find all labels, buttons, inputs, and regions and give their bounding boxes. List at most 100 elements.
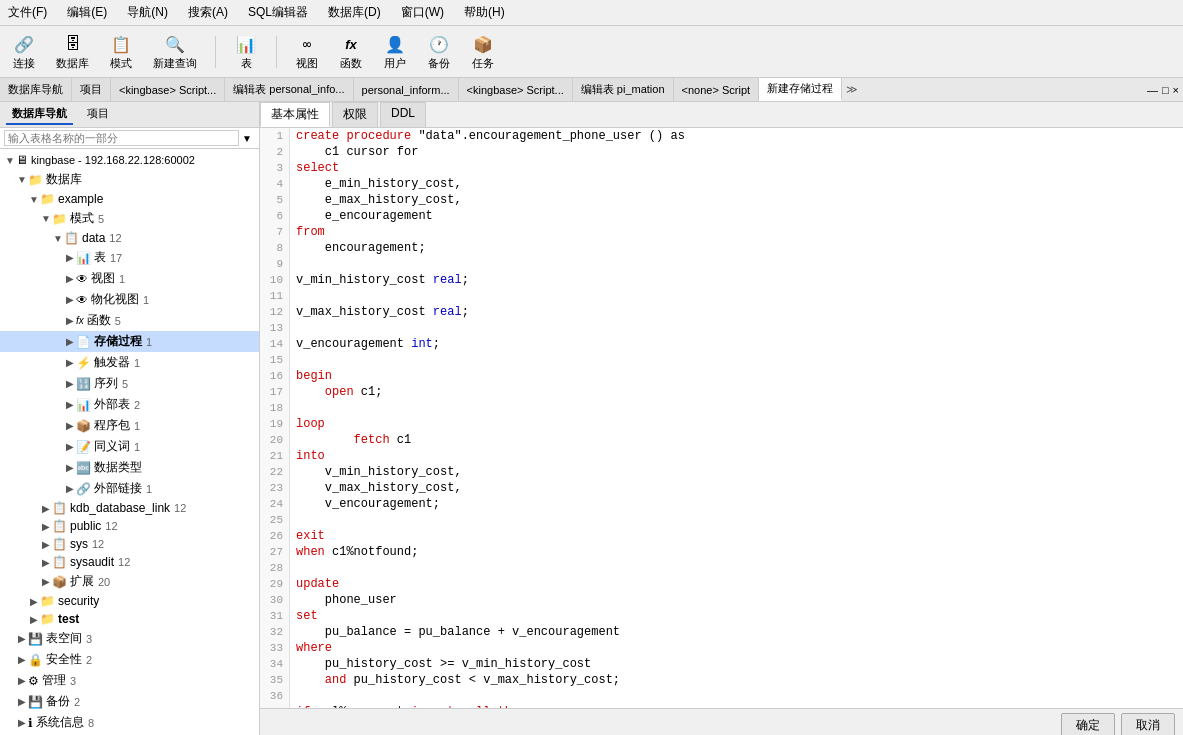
tree-security[interactable]: ▶ 🔒 安全性 2 xyxy=(0,649,259,670)
tab-script1[interactable]: <kingbase> Script... xyxy=(111,78,225,101)
cancel-button[interactable]: 取消 xyxy=(1121,713,1175,735)
menu-window[interactable]: 窗口(W) xyxy=(397,2,448,23)
tab-controls: — □ × xyxy=(1143,78,1183,101)
tree-databases[interactable]: ▼ 📁 数据库 xyxy=(0,169,259,190)
tree-toggle-data[interactable]: ▼ xyxy=(52,233,64,244)
tree-toggle-test[interactable]: ▶ xyxy=(28,614,40,625)
tab-script2[interactable]: <kingbase> Script... xyxy=(459,78,573,101)
tree-kdb[interactable]: ▶ 📋 kdb_database_link 12 xyxy=(0,499,259,517)
toolbar-view[interactable]: ∞ 视图 xyxy=(289,30,325,73)
prop-tab-perms[interactable]: 权限 xyxy=(332,102,378,127)
tab-db-nav[interactable]: 数据库导航 xyxy=(0,78,72,101)
tree-toggle-backup[interactable]: ▶ xyxy=(16,696,28,707)
tree-toggle-security-db[interactable]: ▶ xyxy=(28,596,40,607)
tree-procs[interactable]: ▶ 📄 存储过程 1 xyxy=(0,331,259,352)
tree-toggle-kdb[interactable]: ▶ xyxy=(40,503,52,514)
tree-toggle-schema[interactable]: ▼ xyxy=(40,213,52,224)
tree-security-db[interactable]: ▶ 📁 security xyxy=(0,592,259,610)
toolbar-backup[interactable]: 🕐 备份 xyxy=(421,30,457,73)
tree-toggle-ext-tables[interactable]: ▶ xyxy=(64,399,76,410)
tree-synonyms[interactable]: ▶ 📝 同义词 1 xyxy=(0,436,259,457)
tree-toggle-sys[interactable]: ▶ xyxy=(40,539,52,550)
tree-mat-views[interactable]: ▶ 👁 物化视图 1 xyxy=(0,289,259,310)
tree-toggle-packages[interactable]: ▶ xyxy=(64,420,76,431)
tab-personal-inform[interactable]: personal_inform... xyxy=(354,78,459,101)
tree-extensions[interactable]: ▶ 📦 扩展 20 xyxy=(0,571,259,592)
menu-edit[interactable]: 编辑(E) xyxy=(63,2,111,23)
tree-toggle-root[interactable]: ▼ xyxy=(4,155,16,166)
tree-triggers[interactable]: ▶ ⚡ 触发器 1 xyxy=(0,352,259,373)
tab-edit-pimation[interactable]: 编辑表 pi_mation xyxy=(573,78,674,101)
tree-packages[interactable]: ▶ 📦 程序包 1 xyxy=(0,415,259,436)
tree-toggle-ext-links[interactable]: ▶ xyxy=(64,483,76,494)
tree-schema[interactable]: ▼ 📁 模式 5 xyxy=(0,208,259,229)
toolbar-func[interactable]: fx 函数 xyxy=(333,30,369,73)
tree-datatypes[interactable]: ▶ 🔤 数据类型 xyxy=(0,457,259,478)
code-editor[interactable]: 1create procedure "data".encouragement_p… xyxy=(260,128,1183,708)
tree-tables[interactable]: ▶ 📊 表 17 xyxy=(0,247,259,268)
toolbar-schema[interactable]: 📋 模式 xyxy=(103,30,139,73)
tree-toggle-sysaudit[interactable]: ▶ xyxy=(40,557,52,568)
tab-close[interactable]: × xyxy=(1173,84,1179,96)
tree-toggle-synonyms[interactable]: ▶ xyxy=(64,441,76,452)
tree-admin[interactable]: ▶ ⚙ 管理 3 xyxy=(0,670,259,691)
tree-tablespace[interactable]: ▶ 💾 表空间 3 xyxy=(0,628,259,649)
tree-data[interactable]: ▼ 📋 data 12 xyxy=(0,229,259,247)
search-filter-button[interactable]: ▼ xyxy=(239,132,255,145)
tree-root[interactable]: ▼ 🖥 kingbase - 192.168.22.128:60002 xyxy=(0,151,259,169)
tree-toggle-triggers[interactable]: ▶ xyxy=(64,357,76,368)
tree-toggle-security[interactable]: ▶ xyxy=(16,654,28,665)
confirm-button[interactable]: 确定 xyxy=(1061,713,1115,735)
tab-min[interactable]: — xyxy=(1147,84,1158,96)
toolbar-connect[interactable]: 🔗 连接 xyxy=(6,30,42,73)
tree-seqs[interactable]: ▶ 🔢 序列 5 xyxy=(0,373,259,394)
code-line: 21into xyxy=(260,448,1183,464)
toolbar-new-query[interactable]: 🔍 新建查询 xyxy=(147,30,203,73)
menu-db[interactable]: 数据库(D) xyxy=(324,2,385,23)
tree-funcs[interactable]: ▶ fx 函数 5 xyxy=(0,310,259,331)
toolbar-table[interactable]: 📊 表 xyxy=(228,30,264,73)
prop-tab-basic[interactable]: 基本属性 xyxy=(260,102,330,127)
tree-test[interactable]: ▶ 📁 test xyxy=(0,610,259,628)
tree-backup[interactable]: ▶ 💾 备份 2 xyxy=(0,691,259,712)
toolbar-task[interactable]: 📦 任务 xyxy=(465,30,501,73)
left-panel-tab-db[interactable]: 数据库导航 xyxy=(6,104,73,125)
tree-toggle-extensions[interactable]: ▶ xyxy=(40,576,52,587)
tree-ext-tables[interactable]: ▶ 📊 外部表 2 xyxy=(0,394,259,415)
tab-edit-personal[interactable]: 编辑表 personal_info... xyxy=(225,78,353,101)
prop-tab-ddl[interactable]: DDL xyxy=(380,102,426,127)
tree-toggle-public[interactable]: ▶ xyxy=(40,521,52,532)
tab-max[interactable]: □ xyxy=(1162,84,1169,96)
menu-file[interactable]: 文件(F) xyxy=(4,2,51,23)
tree-toggle-datatypes[interactable]: ▶ xyxy=(64,462,76,473)
tree-ext-links[interactable]: ▶ 🔗 外部链接 1 xyxy=(0,478,259,499)
tree-toggle-example[interactable]: ▼ xyxy=(28,194,40,205)
tree-sys[interactable]: ▶ 📋 sys 12 xyxy=(0,535,259,553)
toolbar-user[interactable]: 👤 用户 xyxy=(377,30,413,73)
menu-nav[interactable]: 导航(N) xyxy=(123,2,172,23)
toolbar-database[interactable]: 🗄 数据库 xyxy=(50,30,95,73)
tab-project[interactable]: 项目 xyxy=(72,78,111,101)
search-input[interactable] xyxy=(4,130,239,146)
menu-sql[interactable]: SQL编辑器 xyxy=(244,2,312,23)
tree-toggle-mat-views[interactable]: ▶ xyxy=(64,294,76,305)
tree-toggle-sysinfo[interactable]: ▶ xyxy=(16,717,28,728)
tree-views[interactable]: ▶ 👁 视图 1 xyxy=(0,268,259,289)
tree-toggle-views[interactable]: ▶ xyxy=(64,273,76,284)
tree-toggle-seqs[interactable]: ▶ xyxy=(64,378,76,389)
menu-search[interactable]: 搜索(A) xyxy=(184,2,232,23)
tab-none-script[interactable]: <none> Script xyxy=(674,78,760,101)
tree-public[interactable]: ▶ 📋 public 12 xyxy=(0,517,259,535)
tree-example[interactable]: ▼ 📁 example xyxy=(0,190,259,208)
tree-toggle-db[interactable]: ▼ xyxy=(16,174,28,185)
tree-sysinfo[interactable]: ▶ ℹ 系统信息 8 xyxy=(0,712,259,733)
tree-toggle-procs[interactable]: ▶ xyxy=(64,336,76,347)
left-panel-tab-project[interactable]: 项目 xyxy=(81,104,115,125)
tree-toggle-admin[interactable]: ▶ xyxy=(16,675,28,686)
tree-toggle-funcs[interactable]: ▶ xyxy=(64,315,76,326)
tree-sysaudit[interactable]: ▶ 📋 sysaudit 12 xyxy=(0,553,259,571)
menu-help[interactable]: 帮助(H) xyxy=(460,2,509,23)
tree-toggle-tablespace[interactable]: ▶ xyxy=(16,633,28,644)
tab-new-proc[interactable]: 新建存储过程 xyxy=(759,78,842,101)
tree-toggle-tables[interactable]: ▶ xyxy=(64,252,76,263)
